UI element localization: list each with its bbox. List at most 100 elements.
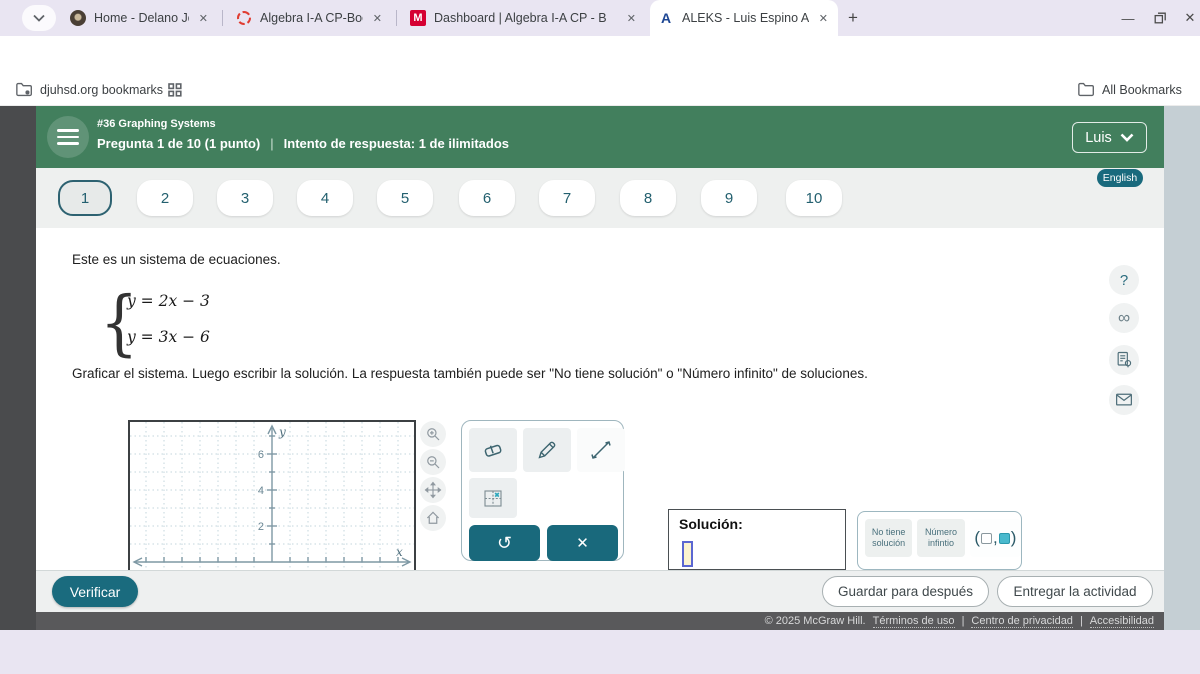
- help-button[interactable]: ?: [1109, 265, 1139, 295]
- clear-icon: ✕: [576, 535, 589, 552]
- footer-separator: |: [961, 615, 965, 627]
- page-scrollbar[interactable]: [1164, 106, 1200, 630]
- window-restore-button[interactable]: [1150, 8, 1170, 28]
- reset-view-button[interactable]: [420, 505, 446, 531]
- eraser-tool-button[interactable]: [469, 428, 517, 472]
- user-menu-button[interactable]: Luis: [1072, 122, 1147, 153]
- managed-bookmarks-folder[interactable]: [16, 82, 33, 102]
- pair-close-paren: ): [1010, 528, 1017, 547]
- zoom-in-button[interactable]: [420, 421, 446, 447]
- answer-options-panel: No tiene solución Número infintio ( , ): [857, 511, 1022, 570]
- no-solution-button[interactable]: No tiene solución: [865, 519, 913, 557]
- aleks-header: #36 Graphing Systems Pregunta 1 de 10 (1…: [36, 106, 1164, 168]
- pan-button[interactable]: [420, 477, 446, 503]
- action-bar: [36, 570, 1164, 612]
- envelope-icon: [1116, 393, 1132, 406]
- window-minimize-button[interactable]: —: [1118, 8, 1138, 28]
- question-pill-4[interactable]: 4: [297, 180, 353, 216]
- bookmarks-bar: djuhsd.org bookmarks All Bookmarks: [0, 74, 1200, 106]
- accessibility-link[interactable]: Accesibilidad: [1089, 615, 1154, 628]
- zoom-out-button[interactable]: [420, 449, 446, 475]
- message-button[interactable]: [1109, 385, 1139, 415]
- tab-dashboard[interactable]: M Dashboard | Algebra I-A CP - B ✕: [402, 0, 646, 36]
- tab-home[interactable]: Home - Delano Joint Union Hig ✕: [62, 0, 218, 36]
- question-pill-8[interactable]: 8: [620, 180, 676, 216]
- aleks-page: #36 Graphing Systems Pregunta 1 de 10 (1…: [0, 106, 1200, 630]
- footer-separator: |: [1079, 615, 1083, 627]
- solution-label: Solución:: [679, 516, 743, 532]
- menu-button[interactable]: [47, 116, 89, 158]
- tab-aleks-active[interactable]: A ALEKS - Luis Espino Arroyo - #3 ✕: [650, 0, 838, 36]
- home-icon: [426, 511, 440, 524]
- tab-close-icon[interactable]: ✕: [197, 12, 210, 25]
- line-tool-button[interactable]: [577, 428, 625, 472]
- question-pill-1[interactable]: 1: [58, 180, 112, 216]
- pair-y-placeholder: [998, 532, 1010, 544]
- folder-gear-icon: [16, 82, 32, 97]
- y-tick-4: 4: [258, 485, 264, 497]
- language-badge[interactable]: English: [1097, 169, 1143, 187]
- assignment-title: #36 Graphing Systems: [97, 118, 216, 130]
- apps-grid-icon[interactable]: [168, 83, 182, 102]
- tab-divider: [222, 10, 223, 26]
- question-pill-2[interactable]: 2: [137, 180, 193, 216]
- browser-toolbar: ← → ↻ ⌂ www-awu.aleks.com/alekscgi/x/Isl…: [0, 36, 1200, 105]
- infinity-icon: ∞: [1117, 308, 1131, 327]
- equation-1: y = 2x − 3: [127, 292, 210, 310]
- question-pill-3[interactable]: 3: [217, 180, 273, 216]
- pair-open-paren: (: [974, 528, 980, 547]
- bookmarks-folder-label[interactable]: djuhsd.org bookmarks: [40, 83, 163, 97]
- tab-close-icon[interactable]: ✕: [371, 12, 384, 25]
- pair-comma: ,: [992, 528, 998, 547]
- explanation-button[interactable]: [1109, 345, 1139, 375]
- privacy-link[interactable]: Centro de privacidad: [971, 615, 1073, 628]
- tab-close-icon[interactable]: ✕: [625, 12, 638, 25]
- page-left-margin: [0, 106, 36, 630]
- grid-point-icon: [484, 490, 502, 507]
- school-seal-favicon: [70, 10, 86, 26]
- ordered-pair-button[interactable]: ( , ): [969, 519, 1021, 557]
- verify-button[interactable]: Verificar: [52, 576, 138, 607]
- zoom-in-icon: [427, 428, 440, 441]
- copyright-text: © 2025 McGraw Hill.: [764, 615, 866, 627]
- question-pill-10[interactable]: 10: [786, 180, 842, 216]
- graph-canvas[interactable]: 6 4 2 y x: [128, 420, 416, 570]
- zoom-out-icon: [427, 456, 440, 469]
- question-pill-7[interactable]: 7: [539, 180, 595, 216]
- folder-icon: [1078, 82, 1094, 97]
- clear-graph-button[interactable]: ✕: [547, 525, 618, 561]
- pencil-tool-button[interactable]: [523, 428, 571, 472]
- screen: Home - Delano Joint Union Hig ✕ Algebra …: [0, 0, 1200, 674]
- undo-button[interactable]: ↺: [469, 525, 540, 561]
- x-axis-label: x: [396, 545, 403, 559]
- chevron-down-icon: [1120, 133, 1134, 142]
- infinite-attempts-button[interactable]: ∞: [1109, 303, 1139, 333]
- infinite-solutions-button[interactable]: Número infintio: [917, 519, 965, 557]
- window-close-button[interactable]: ✕: [1180, 8, 1200, 28]
- line-tool-icon: [591, 441, 611, 459]
- point-tool-button[interactable]: [469, 478, 517, 518]
- pencil-icon: [538, 441, 556, 459]
- new-tab-button[interactable]: +: [848, 8, 858, 28]
- question-pill-5[interactable]: 5: [377, 180, 433, 216]
- tab-title: Algebra I-A CP-Booc: [260, 11, 363, 25]
- aleks-favicon: A: [660, 10, 672, 26]
- save-for-later-button[interactable]: Guardar para después: [822, 576, 989, 607]
- all-bookmarks-label[interactable]: All Bookmarks: [1102, 83, 1182, 97]
- submit-activity-button[interactable]: Entregar la actividad: [997, 576, 1153, 607]
- user-name: Luis: [1085, 129, 1112, 146]
- grid-icon: [168, 83, 182, 97]
- tab-search-button[interactable]: [22, 5, 56, 31]
- question-pill-9[interactable]: 9: [701, 180, 757, 216]
- solution-input-caret[interactable]: [682, 541, 693, 567]
- tab-algebra[interactable]: Algebra I-A CP-Booc ✕: [228, 0, 392, 36]
- all-bookmarks-folder-icon[interactable]: [1078, 82, 1095, 102]
- terms-link[interactable]: Términos de uso: [872, 615, 955, 628]
- progress-text: Pregunta 1 de 10 (1 punto): [97, 136, 261, 151]
- graph-grid: 6 4 2 y x: [130, 422, 414, 570]
- tab-close-icon[interactable]: ✕: [817, 12, 830, 25]
- question-pill-6[interactable]: 6: [459, 180, 515, 216]
- tab-divider: [396, 10, 397, 26]
- y-tick-6: 6: [258, 449, 264, 461]
- chromeos-shelf: K Dec 8 2:35 US: [0, 630, 1200, 674]
